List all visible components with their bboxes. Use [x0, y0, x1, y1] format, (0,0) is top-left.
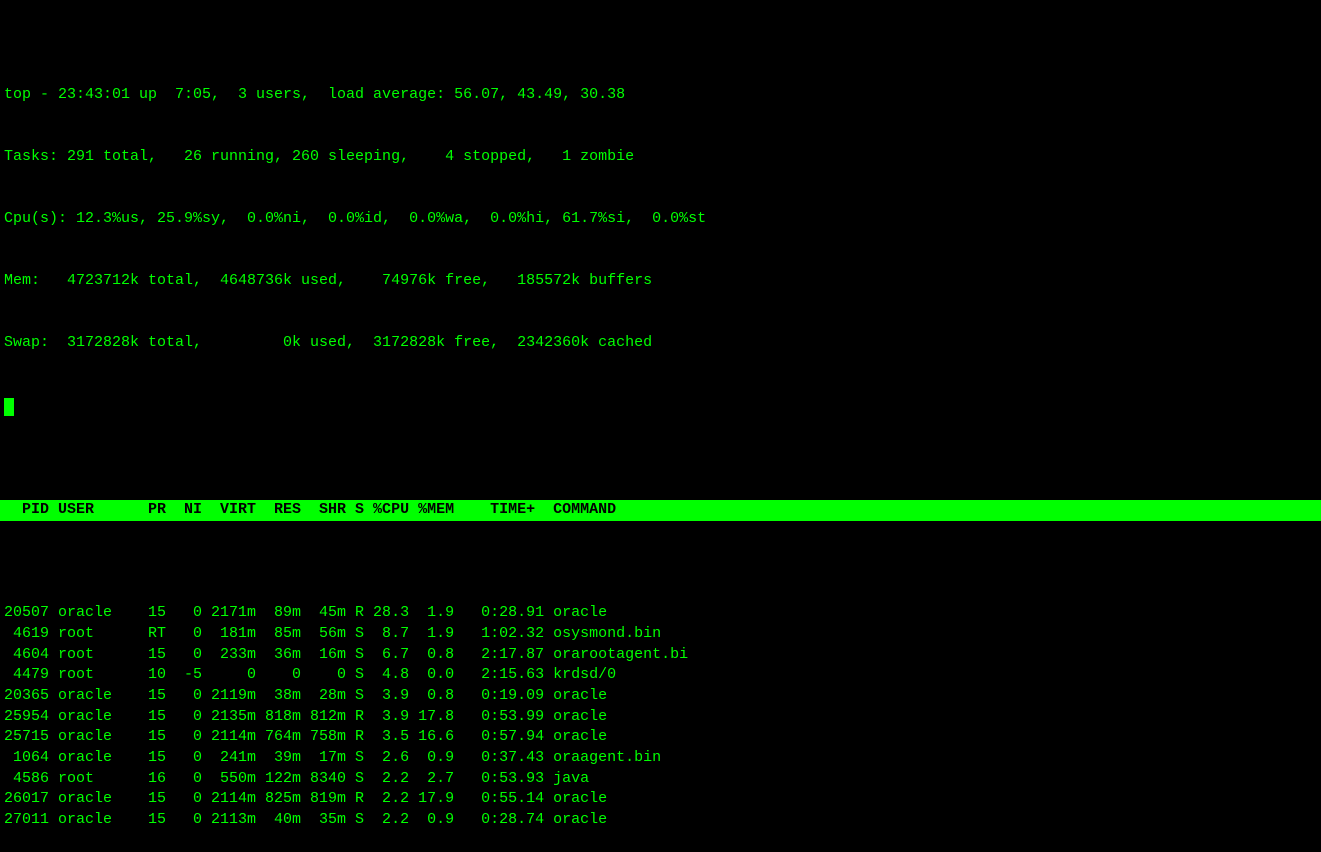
table-row: 27011 oracle 15 0 2113m 40m 35m S 2.2 0.…: [4, 810, 1317, 831]
table-row: 25715 oracle 15 0 2114m 764m 758m R 3.5 …: [4, 727, 1317, 748]
table-row: 25954 oracle 15 0 2135m 818m 812m R 3.9 …: [4, 707, 1317, 728]
table-row: 4479 root 10 -5 0 0 0 S 4.8 0.0 2:15.63 …: [4, 665, 1317, 686]
table-row: 4604 root 15 0 233m 36m 16m S 6.7 0.8 2:…: [4, 645, 1317, 666]
header-section: top - 23:43:01 up 7:05, 3 users, load av…: [0, 41, 1321, 458]
cursor: [4, 398, 14, 416]
table-row: 26017 oracle 15 0 2114m 825m 819m R 2.2 …: [4, 789, 1317, 810]
status-line-1: top - 23:43:01 up 7:05, 3 users, load av…: [4, 85, 1317, 106]
table-row: 1064 oracle 15 0 241m 39m 17m S 2.6 0.9 …: [4, 748, 1317, 769]
table-header: PID USER PR NI VIRT RES SHR S %CPU %MEM …: [0, 500, 1321, 521]
table-row: 20507 oracle 15 0 2171m 89m 45m R 28.3 1…: [4, 603, 1317, 624]
terminal: top - 23:43:01 up 7:05, 3 users, load av…: [0, 0, 1321, 852]
swap-line: Swap: 3172828k total, 0k used, 3172828k …: [4, 333, 1317, 354]
table-body: 20507 oracle 15 0 2171m 89m 45m R 28.3 1…: [0, 562, 1321, 831]
cpu-line: Cpu(s): 12.3%us, 25.9%sy, 0.0%ni, 0.0%id…: [4, 209, 1317, 230]
cursor-line: [4, 395, 1317, 415]
table-row: 4619 root RT 0 181m 85m 56m S 8.7 1.9 1:…: [4, 624, 1317, 645]
mem-line: Mem: 4723712k total, 4648736k used, 7497…: [4, 271, 1317, 292]
table-row: 4586 root 16 0 550m 122m 8340 S 2.2 2.7 …: [4, 769, 1317, 790]
tasks-line: Tasks: 291 total, 26 running, 260 sleepi…: [4, 147, 1317, 168]
table-row: 20365 oracle 15 0 2119m 38m 28m S 3.9 0.…: [4, 686, 1317, 707]
